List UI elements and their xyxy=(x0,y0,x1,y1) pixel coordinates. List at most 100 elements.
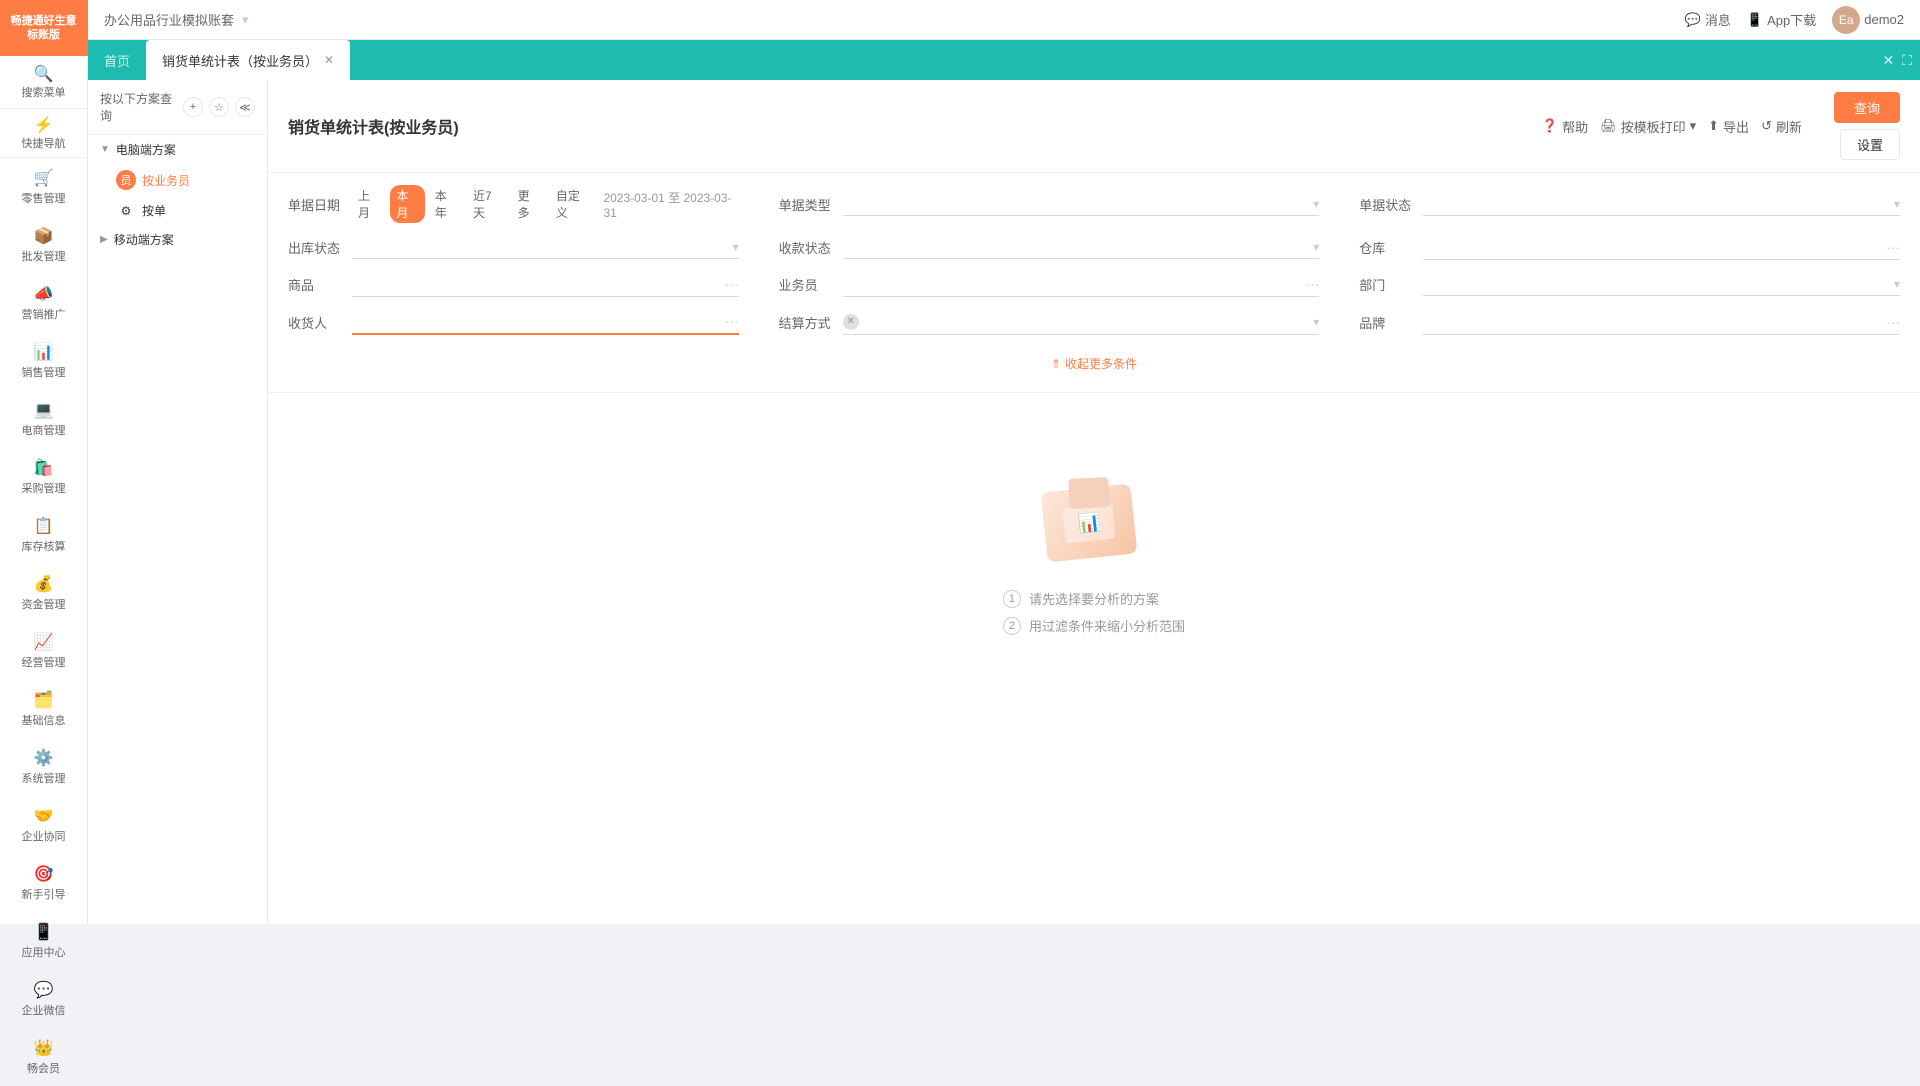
settlement-arrow-icon: ▾ xyxy=(1313,315,1319,329)
tree-sub-label-salesperson: 按业务员 xyxy=(142,172,190,189)
settlement-control[interactable]: ✕ ▾ xyxy=(843,310,1320,335)
sidebar-item-quick-nav[interactable]: ⚡ 快捷导航 xyxy=(0,109,87,158)
topbar-dropdown-icon[interactable]: ▾ xyxy=(242,12,249,28)
app-download-button[interactable]: 📱 App下载 xyxy=(1747,10,1816,29)
basic-icon: 🗂️ xyxy=(34,690,54,710)
doc-type-control[interactable]: ▾ xyxy=(843,193,1320,216)
sidebar-item-app-center[interactable]: 📱应用中心 xyxy=(22,912,66,970)
sidebar-item-sales[interactable]: 📊销售管理 xyxy=(22,332,66,390)
tree-sub-item-by-order[interactable]: ⚙ 按单 xyxy=(108,196,267,225)
settings-button[interactable]: 设置 xyxy=(1840,129,1900,160)
sidebar-item-inventory[interactable]: 📋库存核算 xyxy=(22,506,66,564)
topbar-right: 💬 消息 📱 App下载 Ea demo2 xyxy=(1685,6,1904,34)
out-status-arrow-icon: ▾ xyxy=(733,240,739,254)
messages-button[interactable]: 💬 消息 xyxy=(1685,10,1731,29)
help-button[interactable]: ❓ 帮助 xyxy=(1542,117,1588,136)
tab-sales-stat[interactable]: 销货单统计表（按业务员） ✕ xyxy=(146,40,350,80)
tab-close-icon[interactable]: ✕ xyxy=(324,53,334,67)
hint-number-2: 2 xyxy=(1003,617,1021,635)
filter-row-1: 单据日期 上月 本月 本年 近7天 更多 自定义 2023-03-01 至 20… xyxy=(288,185,1900,223)
sidebar-item-search[interactable]: 🔍 搜索菜单 xyxy=(0,56,87,109)
tab-close-window-icon[interactable]: ✕ xyxy=(1882,52,1894,69)
tab-maximize-icon[interactable]: ⛶ xyxy=(1902,52,1912,69)
salesperson-control[interactable]: ··· xyxy=(843,272,1320,297)
tab-home[interactable]: 首页 xyxy=(88,40,146,80)
sidebar-item-finance[interactable]: 💰资金管理 xyxy=(22,564,66,622)
left-panel-title: 按以下方案查询 xyxy=(100,90,183,124)
purchase-icon: 🛍️ xyxy=(34,458,54,478)
tree-arrow-icon: ▼ xyxy=(100,144,110,155)
goods-label: 商品 xyxy=(288,275,344,294)
recipient-label: 收货人 xyxy=(288,313,344,332)
filter-brand: 品牌 ··· xyxy=(1359,310,1900,335)
out-status-control[interactable]: ▾ xyxy=(352,236,739,259)
page-header: 销货单统计表(按业务员) ❓ 帮助 🖨 按模板打印 ▾ ⬆ xyxy=(268,80,1920,173)
recipient-control[interactable]: ··· xyxy=(352,309,739,335)
sidebar-item-wholesale[interactable]: 📦批发管理 xyxy=(22,216,66,274)
filter-goods: 商品 ··· xyxy=(288,272,739,297)
doc-status-control[interactable]: ▾ xyxy=(1423,193,1900,216)
newbie-icon: 🎯 xyxy=(34,864,54,884)
export-button[interactable]: ⬆ 导出 xyxy=(1708,117,1749,136)
collapse-filters-button[interactable]: ⇑ 收起更多条件 xyxy=(288,347,1900,380)
print-dropdown-icon: ▾ xyxy=(1690,118,1697,134)
settlement-clear-icon[interactable]: ✕ xyxy=(843,314,859,330)
collapse-panel-button[interactable]: ≪ xyxy=(235,97,255,117)
filter-dept: 部门 ▾ xyxy=(1359,273,1900,296)
query-button[interactable]: 查询 xyxy=(1834,92,1900,123)
sidebar-item-operation[interactable]: 📈经营管理 xyxy=(22,622,66,680)
page-actions: ❓ 帮助 🖨 按模板打印 ▾ ⬆ 导出 ↺ xyxy=(1542,117,1802,136)
refresh-button[interactable]: ↺ 刷新 xyxy=(1761,117,1802,136)
sidebar-item-membership[interactable]: 👑畅会员 xyxy=(22,1028,66,1086)
sidebar-item-purchase[interactable]: 🛍️采购管理 xyxy=(22,448,66,506)
tree-arrow-mobile-icon: ▶ xyxy=(100,234,108,245)
sidebar-item-ecommerce[interactable]: 💻电商管理 xyxy=(22,390,66,448)
sidebar-item-corp[interactable]: 🤝企业协同 xyxy=(22,796,66,854)
filter-row-4: 收货人 ··· 结算方式 ✕ ▾ xyxy=(288,309,1900,335)
dept-control[interactable]: ▾ xyxy=(1423,273,1900,296)
sidebar-item-newbie[interactable]: 🎯新手引导 xyxy=(22,854,66,912)
tree-label-mobile: 移动端方案 xyxy=(114,231,174,248)
date-label: 单据日期 xyxy=(288,195,344,214)
filter-row-2: 出库状态 ▾ 收款状态 ▾ xyxy=(288,235,1900,260)
tree-item-mobile[interactable]: ▶ 移动端方案 xyxy=(88,225,267,254)
date-range-text: 2023-03-01 至 2023-03-31 xyxy=(603,189,738,220)
date-tab-custom[interactable]: 自定义 xyxy=(550,185,596,223)
sidebar-item-marketing[interactable]: 📣营销推广 xyxy=(22,274,66,332)
empty-illustration: 📊 xyxy=(1034,473,1154,573)
brand-control[interactable]: ··· xyxy=(1423,310,1900,335)
date-tab-more[interactable]: 更多 xyxy=(512,185,546,223)
dept-label: 部门 xyxy=(1359,275,1415,294)
star-scheme-button[interactable]: ☆ xyxy=(209,97,229,117)
date-tab-7days[interactable]: 近7天 xyxy=(467,185,508,223)
topbar: 办公用品行业模拟账套 ▾ 💬 消息 📱 App下载 Ea demo2 xyxy=(88,0,1920,40)
print-button[interactable]: 🖨 按模板打印 ▾ xyxy=(1600,117,1696,136)
filter-warehouse: 仓库 ··· xyxy=(1359,235,1900,260)
left-panel-tools: + ☆ ≪ xyxy=(183,97,255,117)
tree-item-desktop[interactable]: ▼ 电脑端方案 xyxy=(88,135,267,164)
filter-doc-type: 单据类型 ▾ xyxy=(779,193,1320,216)
tree-label-desktop: 电脑端方案 xyxy=(116,141,176,158)
add-scheme-button[interactable]: + xyxy=(183,97,203,117)
filter-doc-status: 单据状态 ▾ xyxy=(1359,193,1900,216)
goods-control[interactable]: ··· xyxy=(352,272,739,297)
sidebar-item-retail[interactable]: 🛒零售管理 xyxy=(22,158,66,216)
filter-collect-status: 收款状态 ▾ xyxy=(779,236,1320,259)
warehouse-control[interactable]: ··· xyxy=(1423,235,1900,260)
corp-icon: 🤝 xyxy=(34,806,54,826)
user-menu[interactable]: Ea demo2 xyxy=(1832,6,1904,34)
brand-label: 品牌 xyxy=(1359,313,1415,332)
filter-recipient: 收货人 ··· xyxy=(288,309,739,335)
date-tab-this-month[interactable]: 本月 xyxy=(390,185,424,223)
date-tab-this-year[interactable]: 本年 xyxy=(429,185,463,223)
enterprise-wechat-icon: 💬 xyxy=(34,980,54,1000)
date-tab-last-month[interactable]: 上月 xyxy=(352,185,386,223)
collect-status-control[interactable]: ▾ xyxy=(843,236,1320,259)
ecommerce-icon: 💻 xyxy=(34,400,54,420)
tabbar: 首页 销货单统计表（按业务员） ✕ ✕ ⛶ xyxy=(88,40,1920,80)
sidebar-item-enterprise-wechat[interactable]: 💬企业微信 xyxy=(22,970,66,1028)
sidebar-item-basic[interactable]: 🗂️基础信息 xyxy=(22,680,66,738)
sidebar-item-system[interactable]: ⚙️系统管理 xyxy=(22,738,66,796)
filter-area: 单据日期 上月 本月 本年 近7天 更多 自定义 2023-03-01 至 20… xyxy=(268,173,1920,393)
tree-sub-item-salesperson[interactable]: 员 按业务员 xyxy=(108,164,267,196)
